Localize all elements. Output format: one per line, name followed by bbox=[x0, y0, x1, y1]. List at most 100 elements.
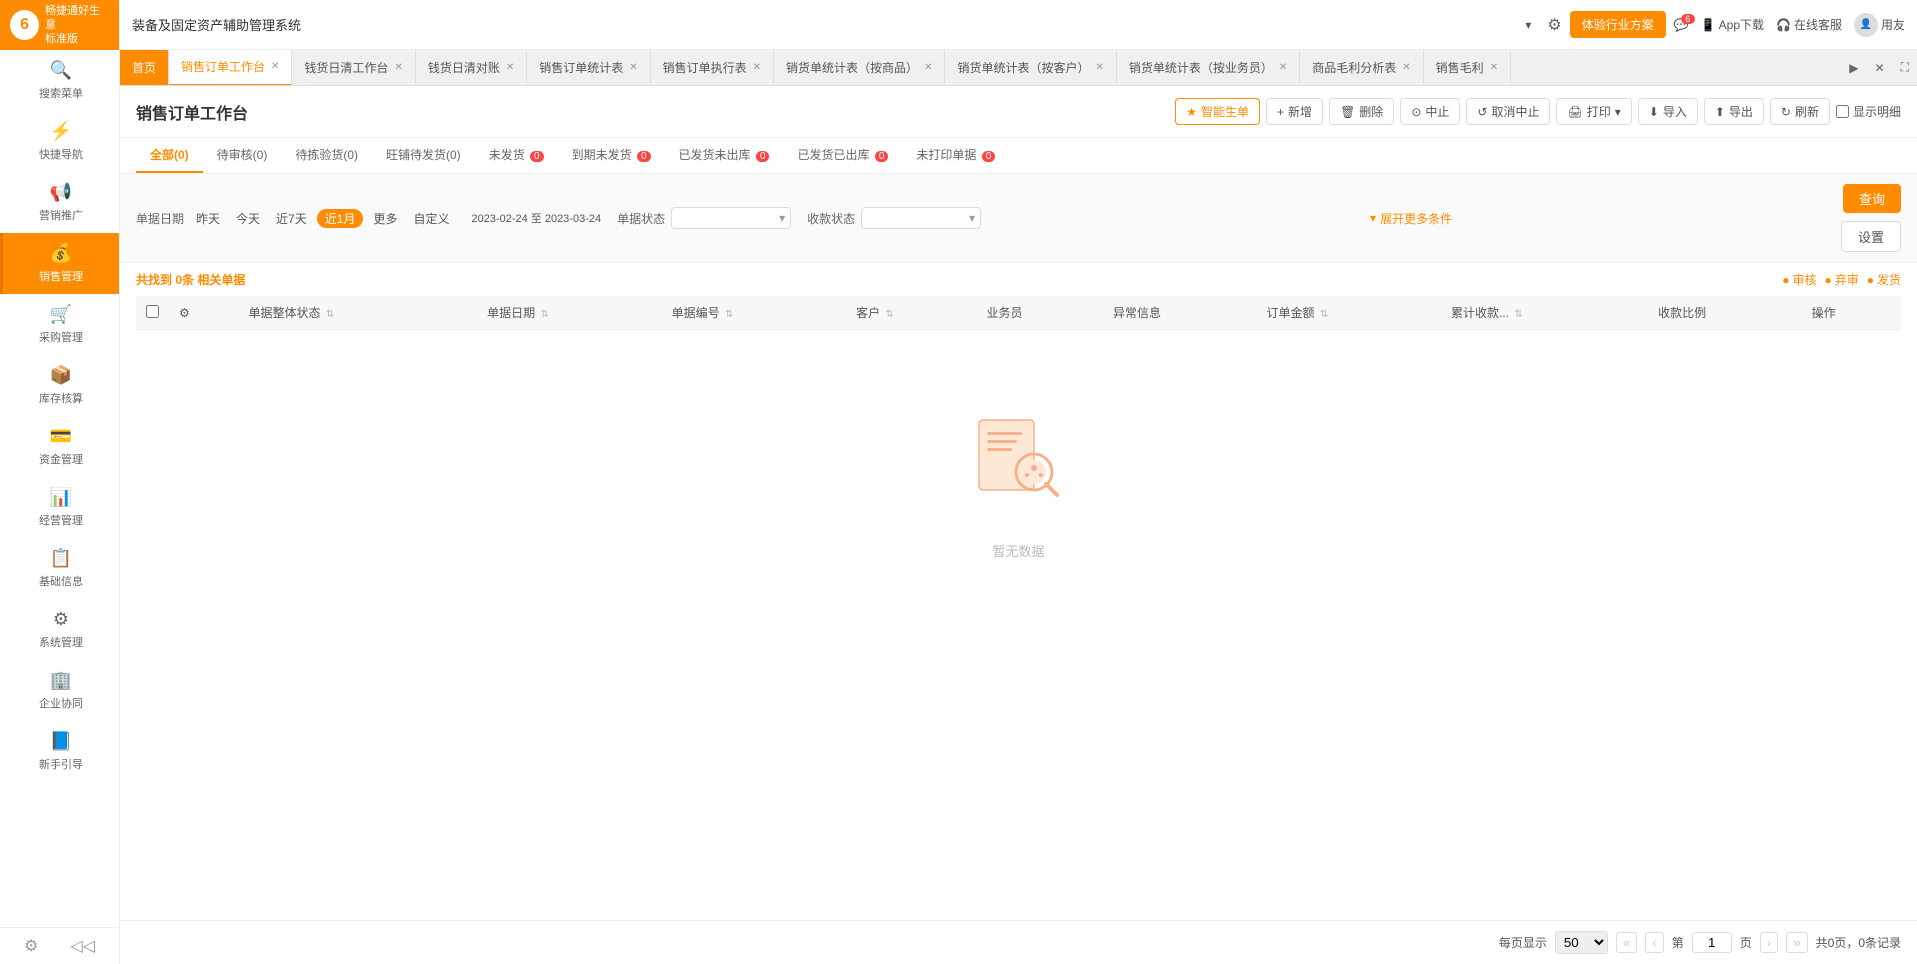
date-btn-1month[interactable]: 近1月 bbox=[317, 209, 364, 228]
tab-sales-sum-customer[interactable]: 销货单统计表（按客户） ✕ bbox=[945, 50, 1116, 86]
tab-close-icon[interactable]: ✕ bbox=[1095, 62, 1103, 73]
cancel-review-action-btn[interactable]: ● 弃审 bbox=[1824, 271, 1858, 288]
ship-action-btn[interactable]: ● 发货 bbox=[1867, 271, 1901, 288]
sidebar-item-enterprise[interactable]: 🏢 企业协同 bbox=[0, 660, 119, 721]
tab-sales-workbench[interactable]: 销售订单工作台 ✕ bbox=[169, 50, 292, 86]
sidebar-item-inventory[interactable]: 📦 库存核算 bbox=[0, 355, 119, 416]
tab-close-icon[interactable]: ✕ bbox=[629, 62, 637, 73]
th-status[interactable]: 单据整体状态 ⇅ bbox=[238, 296, 477, 330]
payment-select[interactable] bbox=[861, 207, 981, 229]
th-select-all[interactable] bbox=[136, 296, 169, 330]
th-ratio[interactable]: 收款比例 bbox=[1648, 296, 1802, 330]
subtab-shipped-not-out[interactable]: 已发货未出库 0 bbox=[665, 138, 784, 173]
next-page-btn[interactable]: › bbox=[1760, 932, 1778, 953]
sidebar-item-purchase[interactable]: 🛒 采购管理 bbox=[0, 294, 119, 355]
subtab-shipped-out[interactable]: 已发货已出库 0 bbox=[783, 138, 902, 173]
last-page-btn[interactable]: » bbox=[1786, 932, 1807, 953]
th-received[interactable]: 累计收款... ⇅ bbox=[1441, 296, 1648, 330]
date-btn-yesterday[interactable]: 昨天 bbox=[190, 208, 226, 229]
tab-close-icon[interactable]: ✕ bbox=[394, 62, 402, 73]
tab-close-icon[interactable]: ✕ bbox=[924, 62, 932, 73]
sidebar-collapse-btn[interactable]: ◁◁ bbox=[70, 936, 95, 956]
per-page-select[interactable]: 50 100 bbox=[1555, 931, 1608, 954]
tab-cash-daily[interactable]: 钱货日清工作台 ✕ bbox=[292, 50, 415, 86]
import-button[interactable]: ⬇ 导入 bbox=[1638, 98, 1698, 125]
sidebar-item-system[interactable]: ⚙ 系统管理 bbox=[0, 599, 119, 660]
online-service-link[interactable]: 🎧 在线客服 bbox=[1776, 16, 1842, 33]
user-link[interactable]: 👤 用友 bbox=[1854, 13, 1905, 37]
status-select[interactable] bbox=[671, 207, 791, 229]
tab-scroll-right-btn[interactable]: ▶ bbox=[1841, 50, 1866, 86]
date-btn-7days[interactable]: 近7天 bbox=[270, 208, 313, 229]
sidebar-item-guide[interactable]: 📘 新手引导 bbox=[0, 721, 119, 782]
export-button[interactable]: ⬆ 导出 bbox=[1704, 98, 1764, 125]
cancel-stop-button[interactable]: ↺ 取消中止 bbox=[1466, 98, 1550, 125]
date-btn-more[interactable]: 更多 bbox=[367, 208, 403, 229]
sidebar-settings-btn[interactable]: ⚙ bbox=[24, 936, 38, 956]
subtab-overdue-not-shipped[interactable]: 到期未发货 0 bbox=[558, 138, 665, 173]
first-page-btn[interactable]: « bbox=[1616, 932, 1637, 953]
industry-plan-button[interactable]: 体验行业方案 bbox=[1570, 11, 1666, 38]
set-button[interactable]: 设置 bbox=[1841, 221, 1901, 252]
review-action-btn[interactable]: ● 审核 bbox=[1782, 271, 1816, 288]
query-button[interactable]: 查询 bbox=[1843, 184, 1901, 213]
tab-home[interactable]: 首页 bbox=[120, 50, 169, 86]
subtab-all[interactable]: 全部(0) bbox=[136, 138, 203, 173]
tab-close-icon[interactable]: ✕ bbox=[753, 62, 761, 73]
select-all-checkbox[interactable] bbox=[146, 305, 159, 318]
tab-maximize-btn[interactable]: ⛶ bbox=[1893, 50, 1917, 86]
import-icon: ⬇ bbox=[1649, 105, 1659, 119]
th-date[interactable]: 单据日期 ⇅ bbox=[477, 296, 662, 330]
tab-sales-exec[interactable]: 销售订单执行表 ✕ bbox=[651, 50, 774, 86]
tab-sales-profit[interactable]: 销售毛利 ✕ bbox=[1424, 50, 1511, 86]
expand-filter-btn[interactable]: ▾ 展开更多条件 bbox=[1370, 210, 1452, 227]
th-staff[interactable]: 业务员 bbox=[977, 296, 1103, 330]
new-button[interactable]: + 新增 bbox=[1266, 98, 1323, 125]
delete-button[interactable]: 🗑 删除 bbox=[1329, 98, 1394, 125]
sidebar-item-capital[interactable]: 💳 资金管理 bbox=[0, 416, 119, 477]
th-settings[interactable]: ⚙ bbox=[169, 296, 238, 330]
tab-close-icon[interactable]: ✕ bbox=[1490, 62, 1498, 73]
th-amount[interactable]: 订单金额 ⇅ bbox=[1256, 296, 1441, 330]
subtab-not-shipped[interactable]: 未发货 0 bbox=[475, 138, 558, 173]
tab-sales-sum-product[interactable]: 销货单统计表（按商品） ✕ bbox=[774, 50, 945, 86]
smart-generate-button[interactable]: ★ 智能生单 bbox=[1175, 98, 1260, 125]
app-download-link[interactable]: 📱 App下载 bbox=[1701, 16, 1764, 33]
horizontal-scrollbar[interactable] bbox=[120, 908, 1917, 920]
th-number[interactable]: 单据编号 ⇅ bbox=[662, 296, 847, 330]
tab-sales-stat[interactable]: 销售订单统计表 ✕ bbox=[527, 50, 650, 86]
tab-close-icon[interactable]: ✕ bbox=[1279, 62, 1287, 73]
th-customer[interactable]: 客户 ⇅ bbox=[846, 296, 976, 330]
subtab-not-printed[interactable]: 未打印单据 0 bbox=[902, 138, 1009, 173]
sidebar-item-sales[interactable]: 💰 销售管理 bbox=[0, 233, 119, 294]
subtab-pending-inspect[interactable]: 待拣验货(0) bbox=[281, 138, 372, 173]
date-btn-custom[interactable]: 自定义 bbox=[407, 208, 455, 229]
tab-sales-sum-staff[interactable]: 销货单统计表（按业务员） ✕ bbox=[1117, 50, 1300, 86]
tab-cash-reconcile[interactable]: 钱货日清对账 ✕ bbox=[416, 50, 527, 86]
system-dropdown[interactable]: ▾ bbox=[1525, 18, 1531, 32]
refresh-button[interactable]: ↻ 刷新 bbox=[1770, 98, 1830, 125]
logo-icon: 6 bbox=[10, 10, 39, 40]
tab-close-icon[interactable]: ✕ bbox=[506, 62, 514, 73]
print-button[interactable]: 🖨 打印 ▾ bbox=[1556, 98, 1631, 125]
tab-product-margin[interactable]: 商品毛利分析表 ✕ bbox=[1300, 50, 1423, 86]
date-btn-today[interactable]: 今天 bbox=[230, 208, 266, 229]
sidebar-item-quick-nav[interactable]: ⚡ 快捷导航 bbox=[0, 111, 119, 172]
tab-close-all-btn[interactable]: ✕ bbox=[1867, 50, 1893, 86]
sidebar-item-business[interactable]: 📊 经营管理 bbox=[0, 477, 119, 538]
tab-close-icon[interactable]: ✕ bbox=[271, 61, 279, 72]
prev-page-btn[interactable]: ‹ bbox=[1645, 932, 1663, 953]
message-badge[interactable]: 💬 6 bbox=[1674, 18, 1689, 32]
sidebar-item-marketing[interactable]: 📢 营销推广 bbox=[0, 172, 119, 233]
subtab-pending-review[interactable]: 待审核(0) bbox=[203, 138, 282, 173]
subtab-wangpu[interactable]: 旺铺待发货(0) bbox=[372, 138, 475, 173]
page-input[interactable] bbox=[1692, 932, 1732, 953]
sidebar-item-search[interactable]: 🔍 搜索菜单 bbox=[0, 50, 119, 111]
tab-close-icon[interactable]: ✕ bbox=[1402, 62, 1410, 73]
stop-button[interactable]: ⊙ 中止 bbox=[1400, 98, 1460, 125]
show-detail-checkbox[interactable] bbox=[1836, 105, 1849, 118]
show-detail-label[interactable]: 显示明细 bbox=[1836, 103, 1901, 120]
sidebar-item-base-info[interactable]: 📋 基础信息 bbox=[0, 538, 119, 599]
th-exception[interactable]: 异常信息 bbox=[1103, 296, 1257, 330]
settings-icon[interactable]: ⚙ bbox=[1547, 15, 1561, 35]
